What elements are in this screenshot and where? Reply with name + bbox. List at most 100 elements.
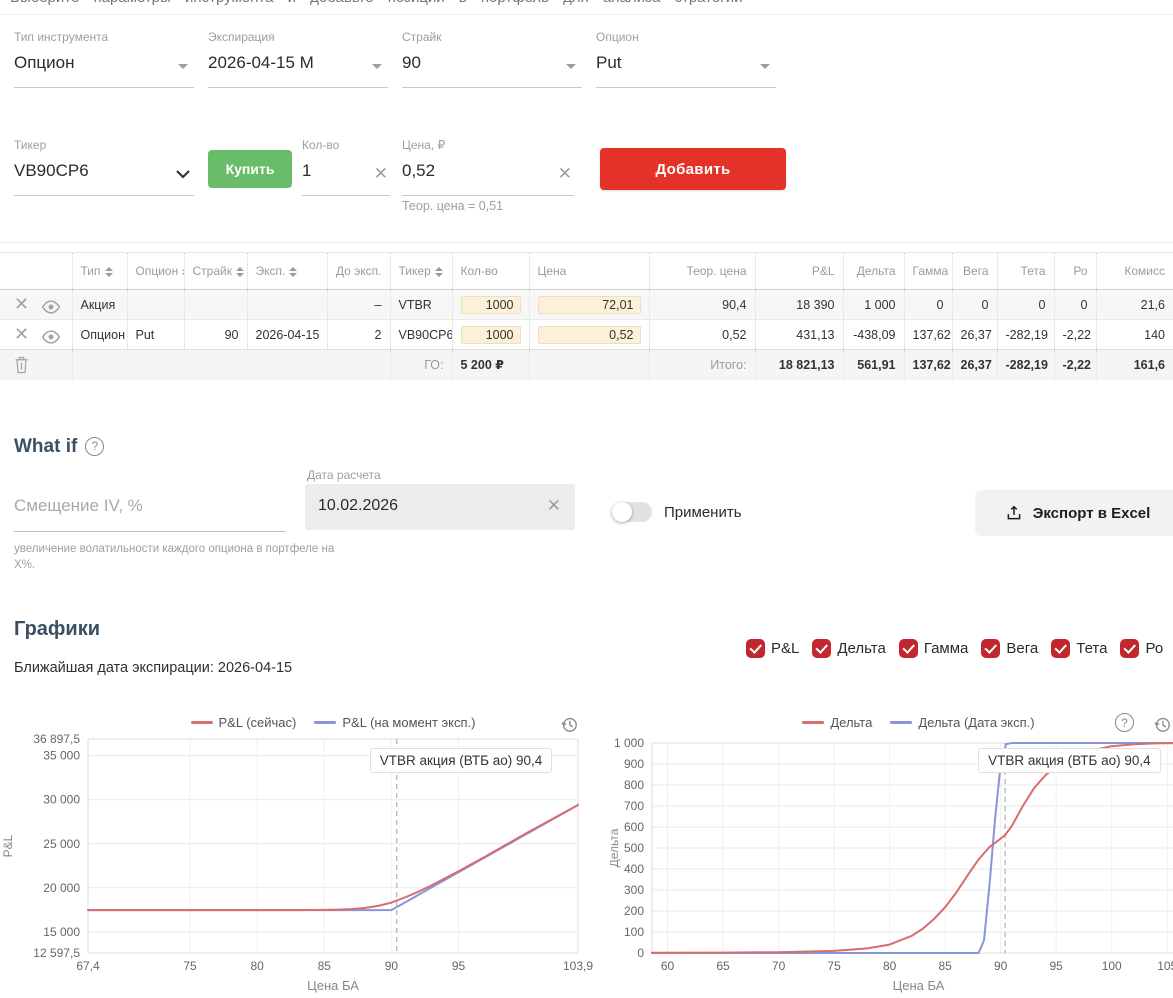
totals-row: ГО: 5 200 ₽ Итого: 18 821,13 561,91 137,62 26,…: [0, 349, 1173, 380]
checkbox-checked-icon[interactable]: [812, 639, 832, 658]
checkbox-checked-icon[interactable]: [981, 639, 1001, 658]
quantity-field[interactable]: Кол-во 1 ✕: [302, 138, 390, 196]
price-input[interactable]: 0,52: [537, 325, 641, 344]
toggle-гамма[interactable]: Гамма: [898, 639, 968, 658]
column-header-price: Цена: [528, 252, 649, 290]
clear-icon[interactable]: ✕: [547, 496, 561, 516]
svg-text:30 000: 30 000: [43, 793, 80, 807]
checkbox-checked-icon[interactable]: [1120, 639, 1140, 658]
cell-comm: 140: [1095, 319, 1173, 350]
add-button[interactable]: Добавить: [600, 148, 786, 190]
cell-gamma: 0: [903, 289, 952, 320]
positions-table: Тип Опцион Страйк Эксп. До эксп. Тикер Кол-во Ц…: [0, 252, 1173, 380]
column-header-days: До эксп.: [326, 252, 390, 290]
svg-text:0: 0: [637, 946, 644, 960]
apply-toggle[interactable]: [612, 502, 652, 522]
clear-icon[interactable]: ✕: [558, 164, 572, 184]
instrument-type-select[interactable]: Тип инструмента Опцион: [14, 30, 194, 88]
cell-type: Опцион: [71, 319, 127, 350]
field-value: 0,52: [402, 161, 436, 180]
expiration-select[interactable]: Экспирация 2026-04-15 M: [208, 30, 388, 88]
toggle-knob: [612, 502, 632, 522]
total-gamma: 137,62: [903, 349, 952, 380]
column-header-exp[interactable]: Эксп.: [246, 252, 327, 290]
checkbox-checked-icon[interactable]: [746, 639, 765, 658]
column-header-vega: Вега: [951, 252, 997, 290]
cell-days: 2: [326, 319, 390, 350]
eye-icon[interactable]: [41, 300, 61, 314]
svg-text:85: 85: [318, 959, 332, 973]
toggle-p&l[interactable]: P&L: [746, 639, 799, 658]
total-label: Итого:: [648, 349, 755, 380]
eye-icon[interactable]: [41, 330, 61, 344]
pnl-chart[interactable]: P&L (сейчас) P&L (на момент эксп.) 36 897,…: [0, 703, 600, 998]
total-delta: 561,91: [842, 349, 904, 380]
cell-rho: 0: [1053, 289, 1096, 320]
svg-text:75: 75: [183, 959, 197, 973]
field-label: Цена, ₽: [402, 138, 446, 152]
calc-date-input[interactable]: 10.02.2026 ✕: [305, 484, 575, 530]
toggle-label: Дельта: [837, 640, 886, 657]
iv-shift-underline: [14, 531, 286, 532]
sort-icon: [235, 266, 244, 277]
cell-strike: [183, 289, 247, 320]
column-header-label: Тип: [80, 264, 101, 278]
column-header-option[interactable]: Опцион: [126, 252, 184, 290]
svg-text:1 000: 1 000: [614, 736, 644, 750]
checkbox-checked-icon[interactable]: [1051, 639, 1071, 658]
cell-spacer: [528, 349, 649, 380]
qty-input[interactable]: 1000: [460, 325, 521, 344]
help-icon[interactable]: ?: [85, 436, 105, 456]
close-icon[interactable]: ✕: [14, 294, 29, 314]
price-input[interactable]: 72,01: [537, 295, 641, 314]
theoretical-price-hint: Теор. цена = 0,51: [402, 199, 504, 213]
toggle-тета[interactable]: Тета: [1051, 639, 1107, 658]
toggle-label: P&L: [771, 640, 800, 657]
calc-date-value: 10.02.2026: [318, 497, 399, 514]
column-header-type[interactable]: Тип: [71, 252, 127, 290]
option-type-select[interactable]: Опцион Put: [596, 30, 776, 88]
toggle-ро[interactable]: Ро: [1120, 639, 1163, 658]
clipped-header-text: Выберите параметры инструмента и добавьт…: [10, 0, 1070, 9]
clear-icon[interactable]: ✕: [374, 164, 388, 184]
position-row: ✕ Опцион Put 90 2026-04-15 2 VB90CP6 1000 0,52 0,…: [0, 319, 1173, 350]
column-header-delta: Дельта: [842, 252, 904, 290]
column-header-theor: Теор. цена: [648, 252, 755, 290]
svg-text:85: 85: [938, 959, 952, 973]
ticker-select[interactable]: Тикер VB90CP6: [14, 138, 194, 196]
buy-button[interactable]: Купить: [208, 150, 292, 188]
toggle-вега[interactable]: Вега: [981, 639, 1038, 658]
chevron-down-icon: [178, 64, 188, 69]
divider: [0, 14, 1173, 15]
price-field[interactable]: Цена, ₽ 0,52 ✕: [402, 138, 574, 196]
svg-text:20 000: 20 000: [43, 881, 80, 895]
column-header-label: Эксп.: [255, 264, 286, 278]
export-excel-button[interactable]: Экспорт в Excel: [975, 490, 1173, 536]
svg-text:25 000: 25 000: [43, 837, 80, 851]
column-header-ticker[interactable]: Тикер: [389, 252, 452, 290]
close-icon[interactable]: ✕: [14, 324, 29, 344]
delta-chart[interactable]: Дельта Дельта (Дата эксп.)? 1 000 900 800 700…: [610, 703, 1173, 998]
column-header-strike[interactable]: Страйк: [183, 252, 247, 290]
toggle-дельта[interactable]: Дельта: [812, 639, 886, 658]
column-header-label: Гамма: [912, 264, 949, 278]
svg-text:95: 95: [1050, 959, 1064, 973]
column-header-label: Дельта: [856, 264, 896, 278]
column-header-label: Тикер: [398, 264, 431, 278]
checkbox-checked-icon[interactable]: [898, 639, 918, 658]
svg-text:P&L: P&L: [1, 834, 15, 857]
iv-shift-input[interactable]: Смещение IV, %: [14, 496, 143, 516]
column-header-comm: Комисс: [1095, 252, 1173, 290]
svg-text:80: 80: [883, 959, 897, 973]
cell-actions: ✕: [0, 289, 72, 320]
trash-icon[interactable]: [14, 356, 29, 374]
cell-delta: -438,09: [842, 319, 904, 350]
cell-pnl: 18 390: [754, 289, 843, 320]
qty-input[interactable]: 1000: [460, 295, 521, 314]
price-annotation: VTBR акция (ВТБ ао) 90,4: [369, 748, 553, 773]
cell-theor: 0,52: [648, 319, 755, 350]
field-value: 90: [402, 53, 421, 72]
cell-price: 72,01: [528, 289, 649, 320]
cell-actions: ✕: [0, 319, 72, 350]
strike-select[interactable]: Страйк 90: [402, 30, 582, 88]
